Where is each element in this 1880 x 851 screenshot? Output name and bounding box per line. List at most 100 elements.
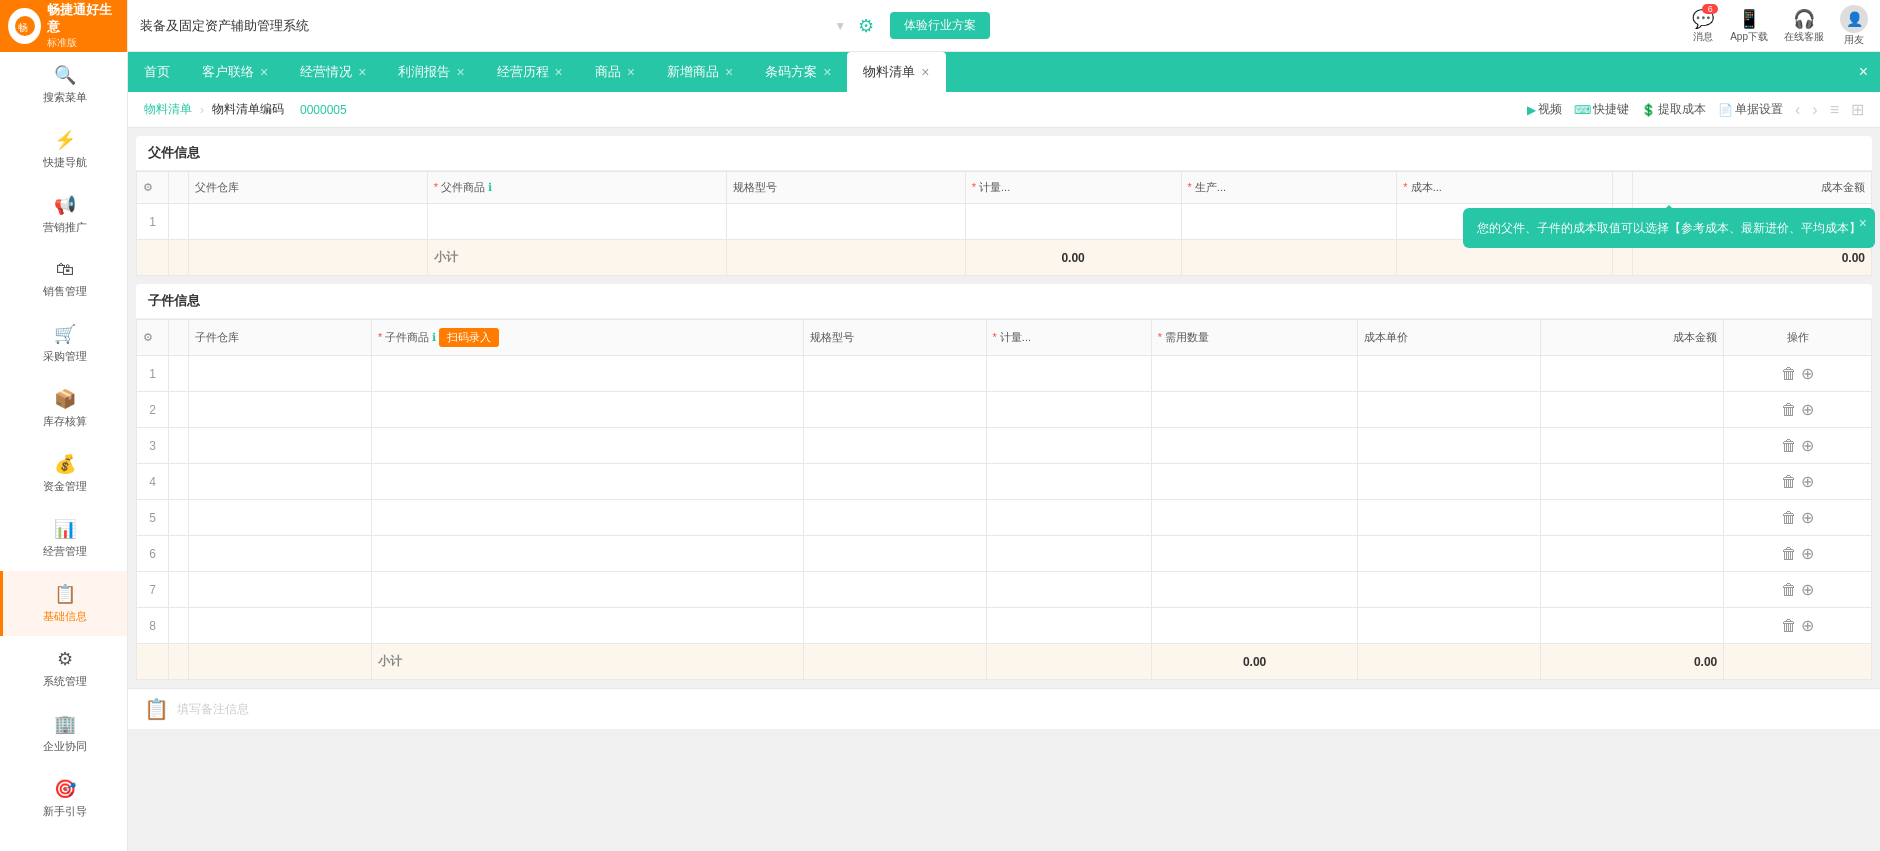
sidebar-item-finance[interactable]: 💰 资金管理 (0, 441, 127, 506)
sidebar-item-quick-nav[interactable]: ⚡ 快捷导航 (0, 117, 127, 182)
child-row-qty-needed-6[interactable] (1151, 536, 1358, 572)
child-row-cost-price-1[interactable] (1358, 356, 1541, 392)
sidebar-item-enterprise[interactable]: 🏢 企业协同 (0, 701, 127, 766)
child-row-goods-7[interactable] (371, 572, 803, 608)
child-row-qty-needed-8[interactable] (1151, 608, 1358, 644)
sidebar-item-guide[interactable]: 🎯 新手引导 (0, 766, 127, 831)
child-row-cost-price-4[interactable] (1358, 464, 1541, 500)
child-row-goods-2[interactable] (371, 392, 803, 428)
child-row-qty-needed-7[interactable] (1151, 572, 1358, 608)
sidebar-item-system[interactable]: ⚙ 系统管理 (0, 636, 127, 701)
tab-customer[interactable]: 客户联络 × (186, 52, 284, 92)
child-row-warehouse-4[interactable] (189, 464, 372, 500)
tooltip-close-btn[interactable]: × (1859, 212, 1867, 236)
copy-btn-4[interactable]: ⊕ (1801, 472, 1814, 491)
shortcut-action[interactable]: ⌨ 快捷键 (1574, 101, 1629, 118)
parent-row-qty-1[interactable] (965, 204, 1181, 240)
child-row-cost-price-5[interactable] (1358, 500, 1541, 536)
child-row-warehouse-1[interactable] (189, 356, 372, 392)
child-row-goods-1[interactable] (371, 356, 803, 392)
nav-next-icon[interactable]: › (1812, 101, 1817, 119)
app-download-icon-item[interactable]: 📱 App下载 (1730, 8, 1768, 44)
tab-barcode[interactable]: 条码方案 × (749, 52, 847, 92)
tab-history[interactable]: 经营历程 × (481, 52, 579, 92)
delete-btn-7[interactable]: 🗑 (1781, 581, 1797, 599)
extract-cost-action[interactable]: 💲 提取成本 (1641, 101, 1706, 118)
child-row-qty-7[interactable] (986, 572, 1151, 608)
delete-btn-3[interactable]: 🗑 (1781, 437, 1797, 455)
child-row-spec-8[interactable] (803, 608, 986, 644)
child-row-qty-needed-3[interactable] (1151, 428, 1358, 464)
support-icon-item[interactable]: 🎧 在线客服 (1784, 8, 1824, 44)
sidebar-item-operations[interactable]: 📊 经营管理 (0, 506, 127, 571)
delete-btn-5[interactable]: 🗑 (1781, 509, 1797, 527)
view-action[interactable]: ▶ 视频 (1527, 101, 1562, 118)
sidebar-item-marketing[interactable]: 📢 营销推广 (0, 182, 127, 247)
tab-new-goods-close[interactable]: × (725, 64, 733, 80)
tab-bom[interactable]: 物料清单 × (847, 52, 945, 92)
tab-barcode-close[interactable]: × (823, 64, 831, 80)
tab-bom-close[interactable]: × (921, 64, 929, 80)
copy-btn-6[interactable]: ⊕ (1801, 544, 1814, 563)
child-row-warehouse-7[interactable] (189, 572, 372, 608)
child-row-qty-6[interactable] (986, 536, 1151, 572)
child-row-spec-6[interactable] (803, 536, 986, 572)
tab-goods[interactable]: 商品 × (579, 52, 651, 92)
parent-row-spec-1[interactable] (726, 204, 965, 240)
parent-row-produce-1[interactable] (1181, 204, 1397, 240)
tab-history-close[interactable]: × (555, 64, 563, 80)
tab-goods-close[interactable]: × (627, 64, 635, 80)
child-row-goods-8[interactable] (371, 608, 803, 644)
child-row-qty-2[interactable] (986, 392, 1151, 428)
trial-btn[interactable]: 体验行业方案 (890, 12, 990, 39)
child-row-spec-4[interactable] (803, 464, 986, 500)
sidebar-item-inventory[interactable]: 📦 库存核算 (0, 376, 127, 441)
child-row-warehouse-5[interactable] (189, 500, 372, 536)
child-row-spec-3[interactable] (803, 428, 986, 464)
parent-row-warehouse-1[interactable] (189, 204, 428, 240)
child-row-qty-8[interactable] (986, 608, 1151, 644)
parent-row-goods-1[interactable] (427, 204, 726, 240)
dropdown-arrow-icon[interactable]: ▼ (834, 19, 846, 33)
child-row-qty-needed-4[interactable] (1151, 464, 1358, 500)
child-row-spec-5[interactable] (803, 500, 986, 536)
tab-operations-close[interactable]: × (358, 64, 366, 80)
copy-btn-7[interactable]: ⊕ (1801, 580, 1814, 599)
message-icon-item[interactable]: 💬 6 消息 (1692, 8, 1714, 44)
child-row-qty-1[interactable] (986, 356, 1151, 392)
grid-view-icon[interactable]: ⊞ (1851, 100, 1864, 119)
child-row-goods-5[interactable] (371, 500, 803, 536)
tab-profit[interactable]: 利润报告 × (382, 52, 480, 92)
settings-gear-icon[interactable]: ⚙ (858, 15, 874, 37)
copy-btn-2[interactable]: ⊕ (1801, 400, 1814, 419)
child-row-cost-price-3[interactable] (1358, 428, 1541, 464)
delete-btn-2[interactable]: 🗑 (1781, 401, 1797, 419)
delete-btn-1[interactable]: 🗑 (1781, 365, 1797, 383)
child-row-warehouse-8[interactable] (189, 608, 372, 644)
child-row-spec-1[interactable] (803, 356, 986, 392)
single-settings-action[interactable]: 📄 单据设置 (1718, 101, 1783, 118)
sidebar-item-search[interactable]: 🔍 搜索菜单 (0, 52, 127, 117)
child-row-cost-price-7[interactable] (1358, 572, 1541, 608)
child-row-qty-4[interactable] (986, 464, 1151, 500)
child-row-warehouse-2[interactable] (189, 392, 372, 428)
child-row-warehouse-3[interactable] (189, 428, 372, 464)
child-col-settings-icon[interactable]: ⚙ (143, 331, 153, 343)
col-settings-icon[interactable]: ⚙ (143, 181, 153, 193)
child-row-goods-3[interactable] (371, 428, 803, 464)
copy-btn-5[interactable]: ⊕ (1801, 508, 1814, 527)
delete-btn-6[interactable]: 🗑 (1781, 545, 1797, 563)
tab-new-goods[interactable]: 新增商品 × (651, 52, 749, 92)
child-row-qty-5[interactable] (986, 500, 1151, 536)
child-row-goods-4[interactable] (371, 464, 803, 500)
child-row-goods-6[interactable] (371, 536, 803, 572)
copy-btn-3[interactable]: ⊕ (1801, 436, 1814, 455)
child-row-cost-price-2[interactable] (1358, 392, 1541, 428)
child-row-spec-2[interactable] (803, 392, 986, 428)
scan-button[interactable]: 扫码录入 (439, 328, 499, 347)
tab-customer-close[interactable]: × (260, 64, 268, 80)
child-row-qty-needed-5[interactable] (1151, 500, 1358, 536)
user-item[interactable]: 👤 用友 (1840, 5, 1868, 47)
child-row-qty-needed-1[interactable] (1151, 356, 1358, 392)
list-view-icon[interactable]: ≡ (1830, 101, 1839, 119)
